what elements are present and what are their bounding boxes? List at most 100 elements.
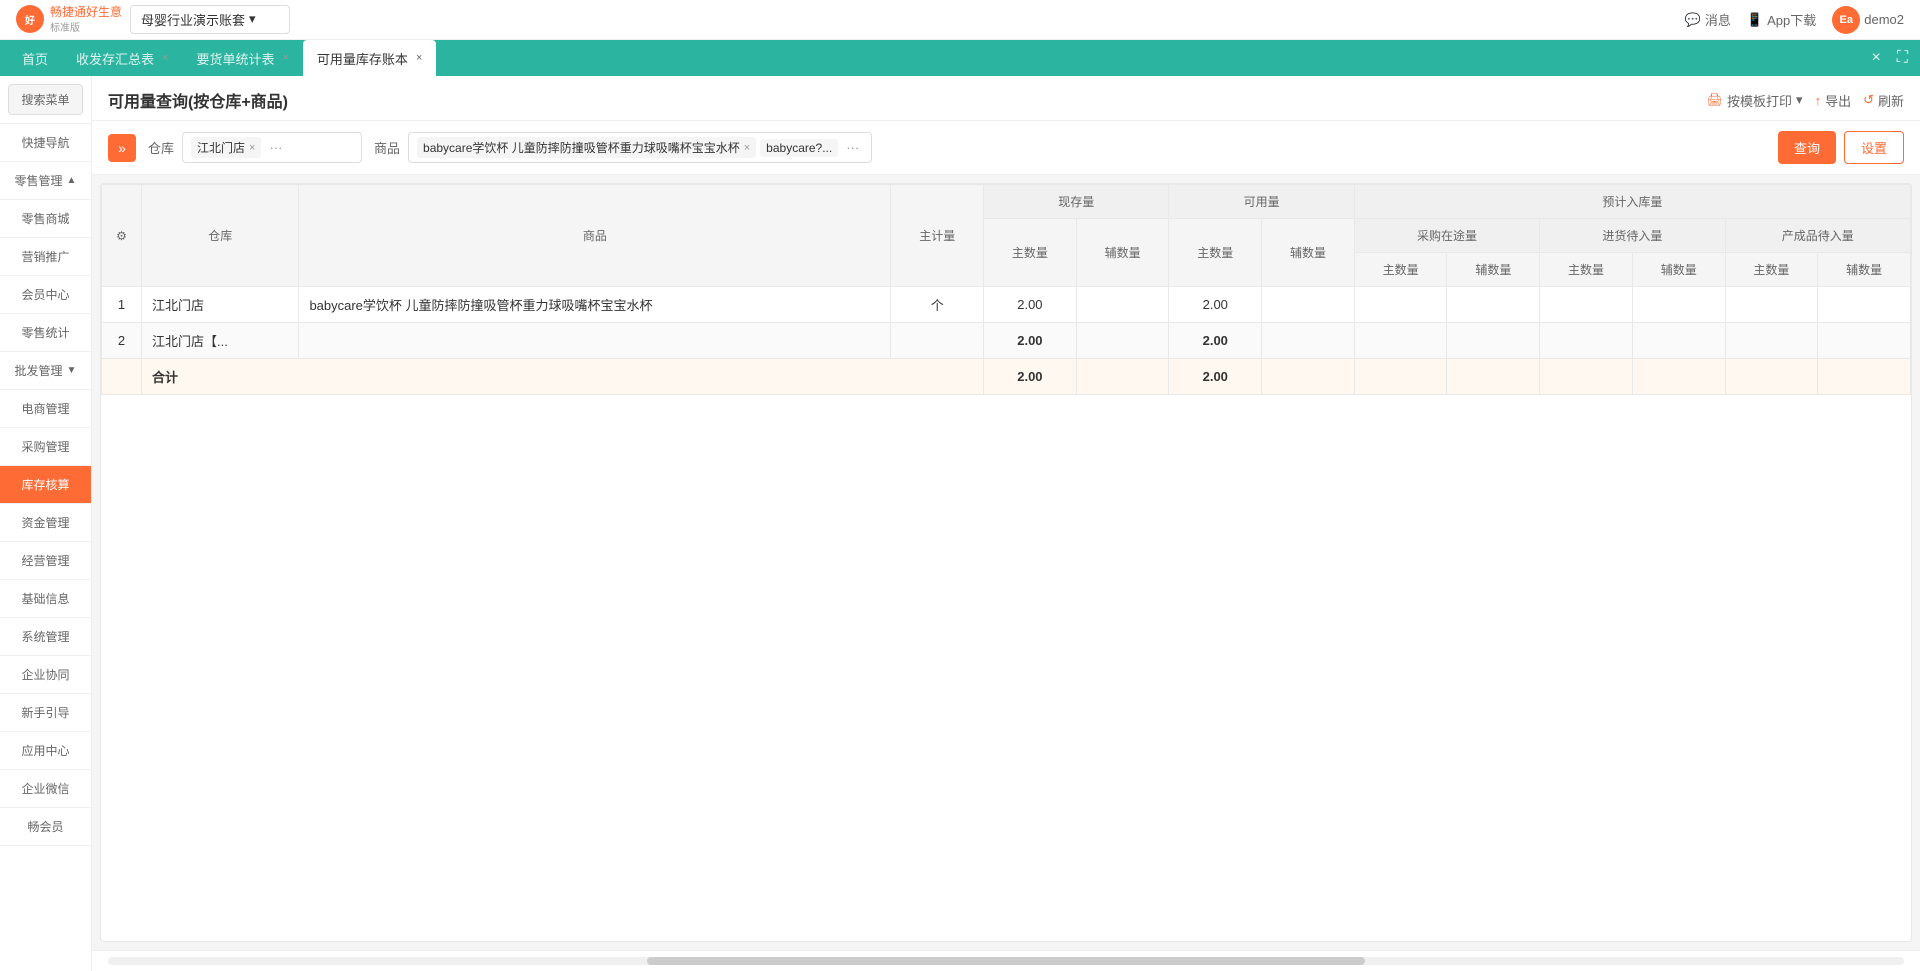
sidebar-item-app-center[interactable]: 应用中心 bbox=[0, 732, 91, 770]
col-header-inbound-main: 主数量 bbox=[1540, 253, 1633, 287]
query-button[interactable]: 查询 bbox=[1778, 131, 1836, 164]
sidebar-item-basic-info[interactable]: 基础信息 bbox=[0, 580, 91, 618]
sidebar-item-retail-stats[interactable]: 零售统计 bbox=[0, 314, 91, 352]
col-header-current-stock: 现存量 bbox=[984, 185, 1169, 219]
sidebar-quick-nav-label: 快捷导航 bbox=[21, 136, 69, 150]
logo-text-block: 畅捷通好生意 标准版 bbox=[50, 5, 122, 34]
tab-order-stats-close[interactable]: × bbox=[282, 52, 288, 64]
sidebar-basic-info-label: 基础信息 bbox=[21, 592, 69, 606]
sidebar-item-vip-member[interactable]: 畅会员 bbox=[0, 808, 91, 846]
warehouse-filter-input[interactable]: 江北门店 × ··· bbox=[182, 132, 362, 163]
sidebar-search-area: 搜索菜单 bbox=[0, 76, 91, 124]
tab-available-stock[interactable]: 可用量库存账本 × bbox=[303, 40, 436, 76]
sidebar-retail-mgmt-label: 零售管理 bbox=[15, 172, 63, 189]
tab-home-label: 首页 bbox=[22, 49, 48, 68]
col-header-product: 商品 bbox=[299, 185, 891, 287]
store-name: 母婴行业演示账套 bbox=[141, 10, 245, 29]
total-finished-aux bbox=[1818, 359, 1911, 395]
filter-bar: » 仓库 江北门店 × ··· 商品 babycare学饮杯 儿童防摔防撞吸管杯… bbox=[92, 121, 1920, 175]
sidebar-item-quick-nav[interactable]: 快捷导航 bbox=[0, 124, 91, 162]
logo-area: 好 畅捷通好生意 标准版 bbox=[16, 5, 122, 34]
col-header-finished-main: 主数量 bbox=[1725, 253, 1818, 287]
store-selector[interactable]: 母婴行业演示账套 ▾ bbox=[130, 5, 290, 34]
message-label: 消息 bbox=[1705, 10, 1731, 29]
tab-order-stats[interactable]: 要货单统计表 × bbox=[182, 40, 302, 76]
page-title: 可用量查询(按仓库+商品) bbox=[108, 88, 288, 112]
total-avail-aux bbox=[1262, 359, 1355, 395]
sidebar-search-button[interactable]: 搜索菜单 bbox=[8, 84, 83, 115]
sidebar-item-wholesale-mgmt[interactable]: 批发管理 ▼ bbox=[0, 352, 91, 390]
download-icon: 📱 bbox=[1747, 12, 1763, 28]
sidebar-item-retail-mgmt[interactable]: 零售管理 ▲ bbox=[0, 162, 91, 200]
total-stock-main: 2.00 bbox=[984, 359, 1077, 395]
export-button[interactable]: ↑ 导出 bbox=[1815, 91, 1852, 110]
tab-home[interactable]: 首页 bbox=[8, 40, 62, 76]
user-name: demo2 bbox=[1864, 12, 1904, 27]
app-download-button[interactable]: 📱 App下载 bbox=[1747, 10, 1816, 29]
col-header-expected-in: 预计入库量 bbox=[1354, 185, 1910, 219]
cell-stock-aux-2 bbox=[1076, 323, 1169, 359]
tab-receive-summary-close[interactable]: × bbox=[162, 52, 168, 64]
cell-product-2 bbox=[299, 323, 891, 359]
total-label: 合计 bbox=[142, 359, 984, 395]
cell-product-1: babycare学饮杯 儿童防摔防撞吸管杯重力球吸嘴杯宝宝水杯 bbox=[299, 287, 891, 323]
horizontal-scrollbar[interactable] bbox=[108, 957, 1904, 965]
sidebar-item-ecommerce-mgmt[interactable]: 电商管理 bbox=[0, 390, 91, 428]
settings-button[interactable]: 设置 bbox=[1844, 131, 1904, 164]
product-more-icon[interactable]: ··· bbox=[842, 140, 863, 155]
product-filter-input[interactable]: babycare学饮杯 儿童防摔防撞吸管杯重力球吸嘴杯宝宝水杯 × babyca… bbox=[408, 132, 872, 163]
product-tag1-close[interactable]: × bbox=[744, 142, 750, 154]
tab-expand-button[interactable]: ⛶ bbox=[1893, 45, 1912, 71]
cell-avail-main-2: 2.00 bbox=[1169, 323, 1262, 359]
print-label: 按模板打印 bbox=[1727, 91, 1792, 110]
sidebar-new-guide-label: 新手引导 bbox=[21, 706, 69, 720]
tab-available-stock-close[interactable]: × bbox=[416, 52, 422, 64]
cell-finished-main-2 bbox=[1725, 323, 1818, 359]
col-header-purchase-main: 主数量 bbox=[1354, 253, 1447, 287]
col-header-purchase-on-way: 采购在途量 bbox=[1354, 219, 1539, 253]
cell-stock-aux-1 bbox=[1076, 287, 1169, 323]
avatar: Ea bbox=[1832, 6, 1860, 34]
cell-purchase-aux-2 bbox=[1447, 323, 1540, 359]
sidebar-item-retail-mall[interactable]: 零售商城 bbox=[0, 200, 91, 238]
logo-app-name: 畅捷通好生意 bbox=[50, 5, 122, 19]
col-header-main-unit: 主计量 bbox=[891, 185, 984, 287]
download-label: App下载 bbox=[1767, 10, 1816, 29]
refresh-button[interactable]: ↺ 刷新 bbox=[1863, 91, 1904, 110]
cell-seq-2: 2 bbox=[102, 323, 142, 359]
logo-icon: 好 bbox=[16, 5, 44, 33]
table-settings-icon[interactable]: ⚙ bbox=[116, 229, 127, 243]
message-button[interactable]: 💬 消息 bbox=[1685, 10, 1731, 29]
sidebar-item-purchase-mgmt[interactable]: 采购管理 bbox=[0, 428, 91, 466]
sidebar-item-member-center[interactable]: 会员中心 bbox=[0, 276, 91, 314]
cell-warehouse-2: 江北门店【... bbox=[142, 323, 299, 359]
cell-finished-aux-1 bbox=[1818, 287, 1911, 323]
total-purchase-aux bbox=[1447, 359, 1540, 395]
warehouse-more-icon[interactable]: ··· bbox=[265, 140, 286, 155]
top-bar-left: 好 畅捷通好生意 标准版 母婴行业演示账套 ▾ bbox=[16, 5, 290, 34]
tab-close-all-button[interactable]: × bbox=[1867, 45, 1884, 71]
cell-purchase-main-1 bbox=[1354, 287, 1447, 323]
sidebar-item-inventory-check[interactable]: 库存核算 bbox=[0, 466, 91, 504]
message-icon: 💬 bbox=[1685, 12, 1701, 28]
tab-bar-right: × ⛶ bbox=[1867, 45, 1920, 71]
filter-toggle-button[interactable]: » bbox=[108, 134, 136, 162]
sidebar-item-operations-mgmt[interactable]: 经营管理 bbox=[0, 542, 91, 580]
user-area[interactable]: Ea demo2 bbox=[1832, 6, 1904, 34]
sidebar-item-new-guide[interactable]: 新手引导 bbox=[0, 694, 91, 732]
logo-sub-title: 标准版 bbox=[50, 19, 122, 34]
cell-inbound-aux-2 bbox=[1632, 323, 1725, 359]
chevron-down-icon: ▾ bbox=[249, 11, 256, 27]
cell-stock-main-2: 2.00 bbox=[984, 323, 1077, 359]
sidebar-item-marketing[interactable]: 营销推广 bbox=[0, 238, 91, 276]
sidebar-item-finance-mgmt[interactable]: 资金管理 bbox=[0, 504, 91, 542]
warehouse-tag-close[interactable]: × bbox=[249, 142, 255, 154]
tab-receive-summary[interactable]: 收发存汇总表 × bbox=[62, 40, 182, 76]
sidebar-item-system-mgmt[interactable]: 系统管理 bbox=[0, 618, 91, 656]
tab-order-stats-label: 要货单统计表 bbox=[196, 49, 274, 68]
sidebar-item-enterprise-collab[interactable]: 企业协同 bbox=[0, 656, 91, 694]
refresh-label: 刷新 bbox=[1878, 91, 1904, 110]
sidebar-item-enterprise-wechat[interactable]: 企业微信 bbox=[0, 770, 91, 808]
cell-finished-main-1 bbox=[1725, 287, 1818, 323]
print-button[interactable]: 🖨 按模板打印 ▾ bbox=[1707, 91, 1803, 110]
